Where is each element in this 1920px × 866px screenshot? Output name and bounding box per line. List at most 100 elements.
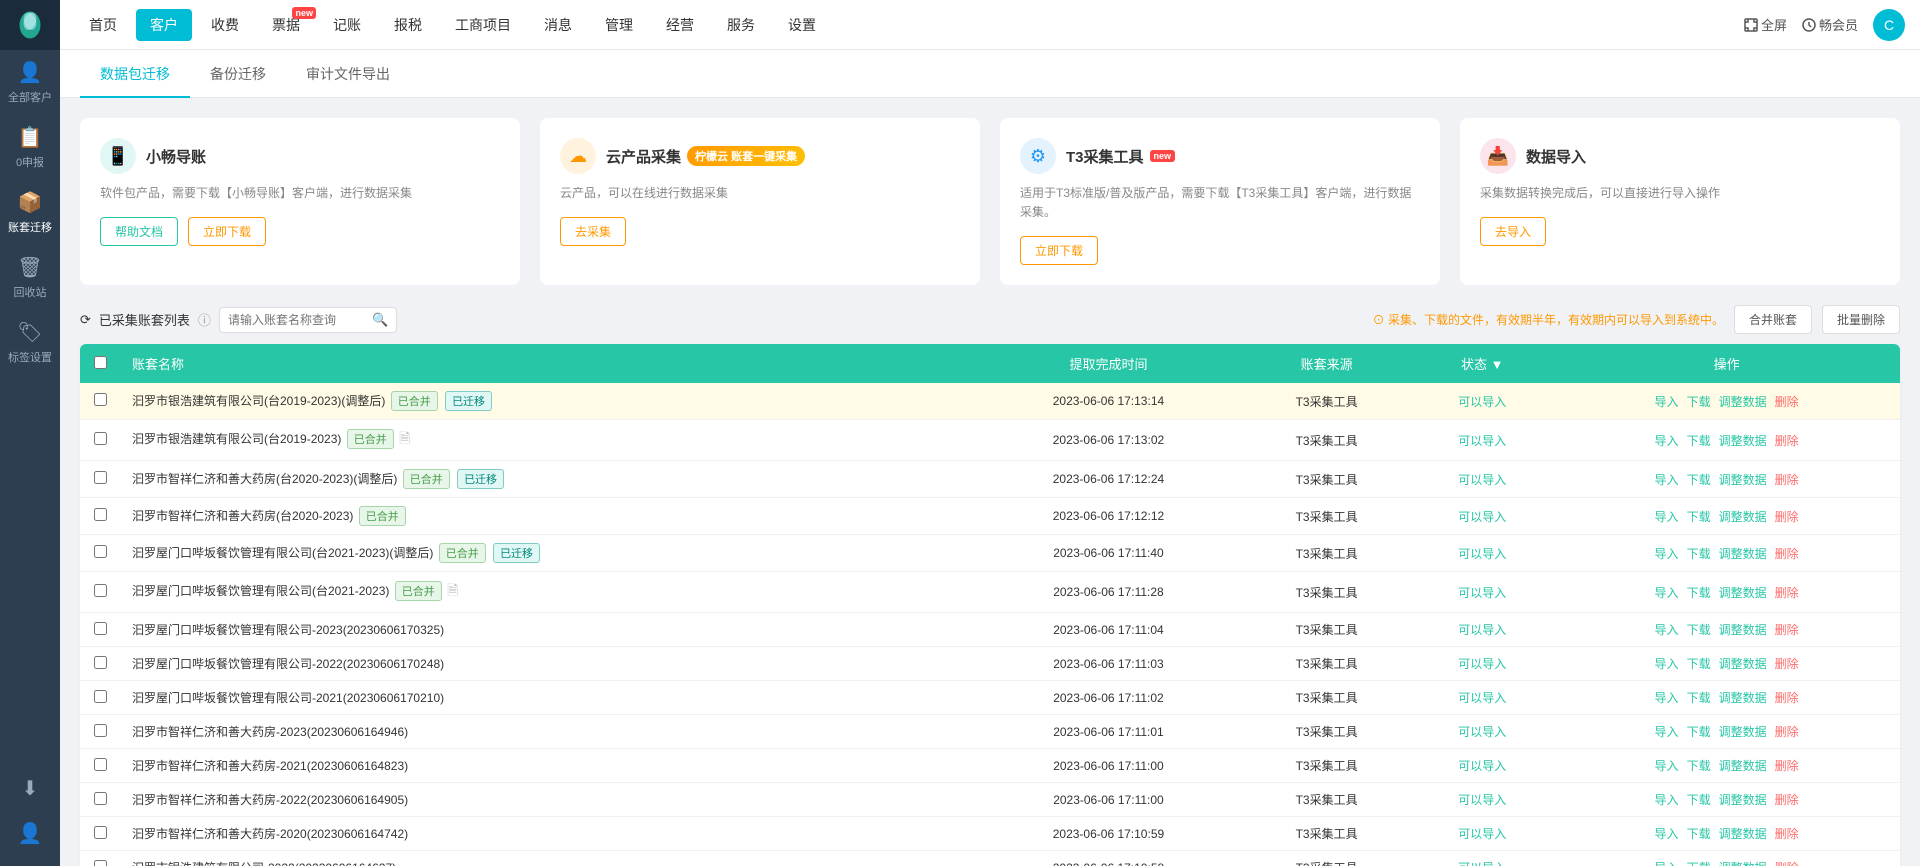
download-t3-button[interactable]: 立即下载 bbox=[1020, 236, 1098, 265]
row-checkbox[interactable] bbox=[94, 508, 107, 521]
action-调整数据[interactable]: 调整数据 bbox=[1719, 623, 1767, 637]
sidebar-item-user[interactable]: 👤 bbox=[0, 811, 60, 856]
action-导入[interactable]: 导入 bbox=[1655, 547, 1679, 561]
action-导入[interactable]: 导入 bbox=[1655, 759, 1679, 773]
sidebar-item-account-migration[interactable]: 📦 账套迁移 bbox=[0, 180, 60, 245]
action-删除[interactable]: 删除 bbox=[1775, 510, 1799, 524]
go-import-button[interactable]: 去导入 bbox=[1480, 217, 1546, 246]
action-删除[interactable]: 删除 bbox=[1775, 434, 1799, 448]
action-下载[interactable]: 下载 bbox=[1687, 657, 1711, 671]
action-导入[interactable]: 导入 bbox=[1655, 691, 1679, 705]
row-checkbox[interactable] bbox=[94, 792, 107, 805]
nav-operations[interactable]: 经营 bbox=[652, 9, 708, 41]
action-下载[interactable]: 下载 bbox=[1687, 793, 1711, 807]
row-checkbox[interactable] bbox=[94, 622, 107, 635]
col-status[interactable]: 状态 ▼ bbox=[1411, 344, 1553, 383]
action-删除[interactable]: 删除 bbox=[1775, 691, 1799, 705]
action-导入[interactable]: 导入 bbox=[1655, 434, 1679, 448]
row-checkbox[interactable] bbox=[94, 860, 107, 866]
action-下载[interactable]: 下载 bbox=[1687, 861, 1711, 866]
batch-delete-button[interactable]: 批量删除 bbox=[1822, 305, 1900, 334]
action-删除[interactable]: 删除 bbox=[1775, 623, 1799, 637]
nav-message[interactable]: 消息 bbox=[530, 9, 586, 41]
nav-home[interactable]: 首页 bbox=[75, 9, 131, 41]
sidebar-item-tag-settings[interactable]: 🏷 标签设置 bbox=[0, 310, 60, 375]
user-avatar[interactable]: C bbox=[1873, 9, 1905, 41]
action-导入[interactable]: 导入 bbox=[1655, 586, 1679, 600]
action-导入[interactable]: 导入 bbox=[1655, 510, 1679, 524]
help-icon[interactable]: ⓘ bbox=[198, 310, 211, 329]
action-下载[interactable]: 下载 bbox=[1687, 547, 1711, 561]
tab-backup-migration[interactable]: 备份迁移 bbox=[190, 50, 286, 98]
action-下载[interactable]: 下载 bbox=[1687, 510, 1711, 524]
row-checkbox[interactable] bbox=[94, 545, 107, 558]
merge-accounts-button[interactable]: 合并账套 bbox=[1734, 305, 1812, 334]
action-导入[interactable]: 导入 bbox=[1655, 473, 1679, 487]
action-删除[interactable]: 删除 bbox=[1775, 473, 1799, 487]
action-调整数据[interactable]: 调整数据 bbox=[1719, 510, 1767, 524]
action-调整数据[interactable]: 调整数据 bbox=[1719, 725, 1767, 739]
action-删除[interactable]: 删除 bbox=[1775, 827, 1799, 841]
action-导入[interactable]: 导入 bbox=[1655, 623, 1679, 637]
action-删除[interactable]: 删除 bbox=[1775, 547, 1799, 561]
nav-tax[interactable]: 报税 bbox=[380, 9, 436, 41]
action-调整数据[interactable]: 调整数据 bbox=[1719, 793, 1767, 807]
nav-service[interactable]: 服务 bbox=[713, 9, 769, 41]
action-删除[interactable]: 删除 bbox=[1775, 657, 1799, 671]
row-checkbox[interactable] bbox=[94, 724, 107, 737]
action-导入[interactable]: 导入 bbox=[1655, 861, 1679, 866]
go-collect-button[interactable]: 去采集 bbox=[560, 217, 626, 246]
row-checkbox[interactable] bbox=[94, 690, 107, 703]
action-导入[interactable]: 导入 bbox=[1655, 395, 1679, 409]
row-checkbox[interactable] bbox=[94, 584, 107, 597]
tab-audit-export[interactable]: 审计文件导出 bbox=[286, 50, 410, 98]
action-调整数据[interactable]: 调整数据 bbox=[1719, 547, 1767, 561]
action-导入[interactable]: 导入 bbox=[1655, 725, 1679, 739]
action-删除[interactable]: 删除 bbox=[1775, 793, 1799, 807]
nav-billing[interactable]: 收费 bbox=[197, 9, 253, 41]
action-删除[interactable]: 删除 bbox=[1775, 725, 1799, 739]
row-checkbox[interactable] bbox=[94, 393, 107, 406]
action-调整数据[interactable]: 调整数据 bbox=[1719, 691, 1767, 705]
action-导入[interactable]: 导入 bbox=[1655, 657, 1679, 671]
sidebar-item-download[interactable]: ⬇ bbox=[0, 766, 60, 811]
download-now-button[interactable]: 立即下载 bbox=[188, 217, 266, 246]
search-input[interactable] bbox=[228, 313, 368, 327]
action-调整数据[interactable]: 调整数据 bbox=[1719, 657, 1767, 671]
action-下载[interactable]: 下载 bbox=[1687, 586, 1711, 600]
row-checkbox[interactable] bbox=[94, 432, 107, 445]
action-调整数据[interactable]: 调整数据 bbox=[1719, 434, 1767, 448]
action-下载[interactable]: 下载 bbox=[1687, 434, 1711, 448]
sidebar-item-zero-report[interactable]: 📋 0申报 bbox=[0, 115, 60, 180]
action-调整数据[interactable]: 调整数据 bbox=[1719, 473, 1767, 487]
fullscreen-btn[interactable]: 全屏 bbox=[1744, 15, 1787, 34]
sidebar-item-all-customers[interactable]: 👤 全部客户 bbox=[0, 50, 60, 115]
action-下载[interactable]: 下载 bbox=[1687, 759, 1711, 773]
action-删除[interactable]: 删除 bbox=[1775, 861, 1799, 866]
row-file-icon[interactable]: 🗎 bbox=[399, 430, 410, 446]
nav-accounting[interactable]: 记账 bbox=[319, 9, 375, 41]
action-下载[interactable]: 下载 bbox=[1687, 691, 1711, 705]
action-调整数据[interactable]: 调整数据 bbox=[1719, 759, 1767, 773]
action-下载[interactable]: 下载 bbox=[1687, 623, 1711, 637]
action-调整数据[interactable]: 调整数据 bbox=[1719, 861, 1767, 866]
action-下载[interactable]: 下载 bbox=[1687, 395, 1711, 409]
action-下载[interactable]: 下载 bbox=[1687, 473, 1711, 487]
row-file-icon[interactable]: 🗎 bbox=[447, 582, 458, 598]
action-导入[interactable]: 导入 bbox=[1655, 827, 1679, 841]
nav-settings[interactable]: 设置 bbox=[774, 9, 830, 41]
action-下载[interactable]: 下载 bbox=[1687, 827, 1711, 841]
row-checkbox[interactable] bbox=[94, 758, 107, 771]
search-icon[interactable]: 🔍 bbox=[372, 312, 388, 328]
action-调整数据[interactable]: 调整数据 bbox=[1719, 827, 1767, 841]
refresh-icon[interactable]: ⟳ bbox=[80, 312, 91, 328]
nav-invoice[interactable]: 票据new bbox=[258, 9, 314, 41]
row-checkbox[interactable] bbox=[94, 471, 107, 484]
nav-business[interactable]: 工商项目 bbox=[441, 9, 525, 41]
help-doc-button[interactable]: 帮助文档 bbox=[100, 217, 178, 246]
action-调整数据[interactable]: 调整数据 bbox=[1719, 586, 1767, 600]
select-all-checkbox[interactable] bbox=[94, 356, 107, 369]
action-调整数据[interactable]: 调整数据 bbox=[1719, 395, 1767, 409]
action-删除[interactable]: 删除 bbox=[1775, 395, 1799, 409]
action-导入[interactable]: 导入 bbox=[1655, 793, 1679, 807]
